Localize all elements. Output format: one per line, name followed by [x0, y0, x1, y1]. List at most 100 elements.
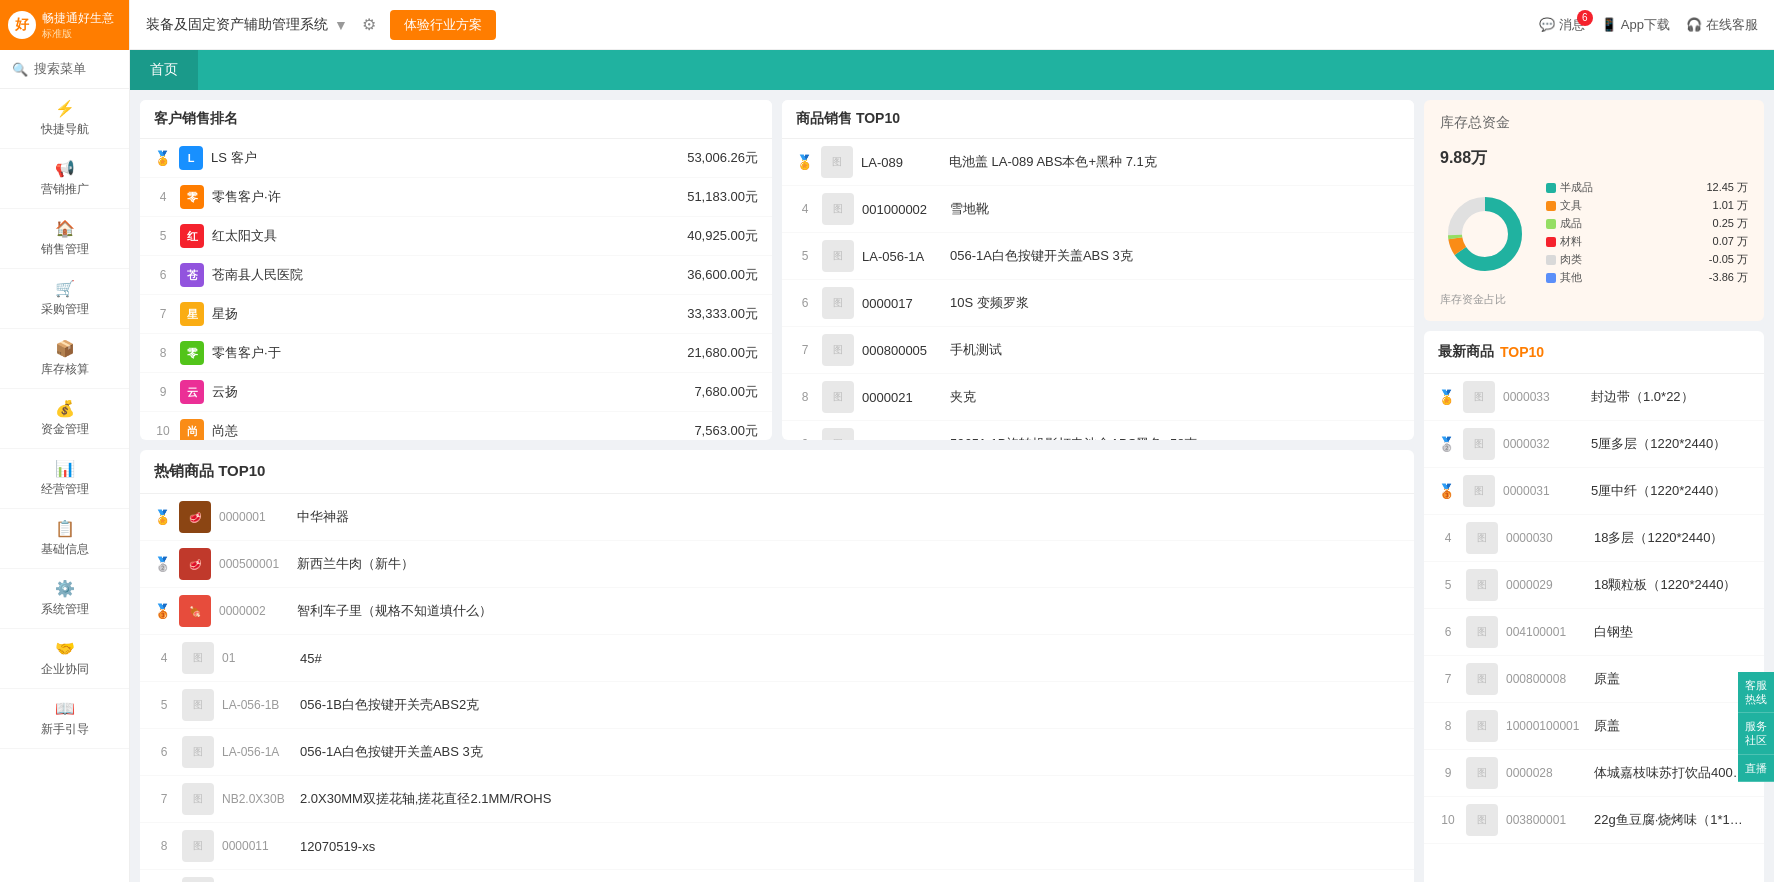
rank-number: 4: [1438, 531, 1458, 545]
product-info: LA-056-1A 056-1A白色按键开关盖ABS 3克: [222, 743, 1400, 761]
product-thumbnail: 图: [182, 642, 214, 674]
table-row: 🏅 图 LA-089 电池盖 LA-089 ABS本色+黑种 7.1克: [782, 139, 1414, 186]
newest-title: 最新商品: [1438, 343, 1494, 361]
rank-number: 8: [154, 839, 174, 853]
sidebar-item-inventory[interactable]: 📦 库存核算: [0, 329, 129, 389]
sidebar-item-sales[interactable]: 🏠 销售管理: [0, 209, 129, 269]
sidebar-item-operations[interactable]: 📊 经营管理: [0, 449, 129, 509]
top10-badge: TOP10: [1500, 344, 1544, 360]
legend-label-text: 材料: [1560, 234, 1582, 249]
rank-number: 5: [1438, 578, 1458, 592]
list-item: 5 图 0000029 18颗粒板（1220*2440）: [1424, 562, 1764, 609]
product-name: 12070519-xs: [300, 839, 375, 854]
newest-products-card: 最新商品 TOP10 🏅 图 0000033 封边带（1.0*22） 🥈 图 0…: [1424, 331, 1764, 882]
customer-amount: 7,680.00元: [694, 383, 758, 401]
chart-area: 半成品 12.45 万 文具 1.01 万: [1440, 180, 1748, 288]
table-row: 7 星 星扬 33,333.00元: [140, 295, 772, 334]
sidebar-item-basic-info[interactable]: 📋 基础信息: [0, 509, 129, 569]
product-info: 0000002 智利车子里（规格不知道填什么）: [219, 602, 1400, 620]
trial-button[interactable]: 体验行业方案: [390, 10, 496, 40]
rank-number: 10: [1438, 813, 1458, 827]
medal-icon: 🏅: [796, 154, 813, 170]
rank-number: 7: [1438, 672, 1458, 686]
product-code: 004100001: [1506, 625, 1586, 639]
live-stream-button[interactable]: 直播: [1738, 755, 1774, 782]
product-name: 5厘中纤（1220*2440）: [1591, 482, 1750, 500]
search-menu-item[interactable]: 🔍 搜索菜单: [0, 50, 129, 89]
product-name: 056-1B白色按键开关壳ABS2克: [300, 696, 479, 714]
sidebar-item-label: 库存核算: [41, 361, 89, 378]
list-item: 🥉 图 0000031 5厘中纤（1220*2440）: [1424, 468, 1764, 515]
system-selector[interactable]: 装备及固定资产辅助管理系统 ▼: [146, 16, 348, 34]
system-name: 装备及固定资产辅助管理系统: [146, 16, 328, 34]
product-thumbnail: 图: [182, 689, 214, 721]
product-image: 图: [1466, 616, 1498, 648]
product-name: 18多层（1220*2440）: [1594, 529, 1750, 547]
rank-number: 9: [796, 437, 814, 440]
product-code: 0000033: [1503, 390, 1583, 404]
legend-value: -0.05 万: [1709, 252, 1748, 267]
product-code: 000500001: [219, 557, 289, 571]
product-thumbnail: 图: [182, 783, 214, 815]
product-image: 图: [1463, 428, 1495, 460]
table-row: 9 云 云扬 7,680.00元: [140, 373, 772, 412]
product-info: NB2.0X30B 2.0X30MM双搓花轴,搓花直径2.1MM/ROHS: [222, 790, 1400, 808]
finance-icon: 💰: [55, 399, 75, 418]
customer-service-button[interactable]: 客服 热线: [1738, 672, 1774, 714]
rank-number: 5: [796, 249, 814, 263]
stock-card: 库存总资金 9.88万: [1424, 100, 1764, 321]
table-row: 5 图 LA-056-1A 056-1A白色按键开关盖ABS 3克: [782, 233, 1414, 280]
online-service-button[interactable]: 🎧 在线客服: [1686, 16, 1758, 34]
legend-item: 其他 -3.86 万: [1546, 270, 1748, 285]
sidebar-item-marketing[interactable]: 📢 营销推广: [0, 149, 129, 209]
avatar: L: [179, 146, 203, 170]
hot-products-title: 热销商品 TOP10: [154, 462, 265, 479]
customer-amount: 53,006.26元: [687, 149, 758, 167]
table-row: 4 图 001000002 雪地靴: [782, 186, 1414, 233]
legend-item: 半成品 12.45 万: [1546, 180, 1748, 195]
sidebar-item-finance[interactable]: 💰 资金管理: [0, 389, 129, 449]
sidebar-item-purchase[interactable]: 🛒 采购管理: [0, 269, 129, 329]
product-image: 图: [822, 334, 854, 366]
sidebar-item-system[interactable]: ⚙️ 系统管理: [0, 569, 129, 629]
table-row: 6 苍 苍南县人民医院 36,600.00元: [140, 256, 772, 295]
logo-title: 畅捷通好生意: [42, 10, 114, 27]
service-community-button[interactable]: 服务 社区: [1738, 713, 1774, 755]
notification-button[interactable]: 💬 消息 6: [1539, 16, 1585, 34]
medal-icon: 🥈: [1438, 436, 1455, 452]
tab-home[interactable]: 首页: [130, 50, 198, 90]
customer-name: 星扬: [212, 305, 679, 323]
rank-number: 4: [154, 651, 174, 665]
product-image: 图: [1466, 663, 1498, 695]
legend-item: 成品 0.25 万: [1546, 216, 1748, 231]
sidebar-item-guide[interactable]: 📖 新手引导: [0, 689, 129, 749]
sidebar-item-label: 资金管理: [41, 421, 89, 438]
product-code: 0000001: [219, 510, 289, 524]
avatar: 尚: [180, 419, 204, 440]
stock-subtitle: 库存资金占比: [1440, 292, 1748, 307]
sidebar-item-quick-nav[interactable]: ⚡ 快捷导航: [0, 89, 129, 149]
sidebar-item-cooperation[interactable]: 🤝 企业协同: [0, 629, 129, 689]
sidebar-item-label: 新手引导: [41, 721, 89, 738]
product-name: 22g鱼豆腐·烧烤味（1*12*20）: [1594, 811, 1750, 829]
hot-products-card: 热销商品 TOP10 🏅 🥩 0000001 中华神器: [140, 450, 1414, 882]
main-content: 装备及固定资产辅助管理系统 ▼ ⚙ 体验行业方案 💬 消息 6 📱 App下载 …: [130, 0, 1774, 882]
sidebar-item-label: 基础信息: [41, 541, 89, 558]
list-item: 6 图 LA-056-1A 056-1A白色按键开关盖ABS 3克: [140, 729, 1414, 776]
hot-products-list: 🏅 🥩 0000001 中华神器 🥈 🥩: [140, 494, 1414, 882]
list-item: 6 图 004100001 白钢垫: [1424, 609, 1764, 656]
product-name: 智利车子里（规格不知道填什么）: [297, 602, 492, 620]
rank-number: 7: [154, 792, 174, 806]
product-name: 18颗粒板（1220*2440）: [1594, 576, 1750, 594]
search-menu-label: 搜索菜单: [34, 60, 86, 78]
customer-name: 零售客户·于: [212, 344, 679, 362]
product-image: 图: [821, 146, 853, 178]
table-row: 10 尚 尚恙 7,563.00元: [140, 412, 772, 440]
rank-number: 9: [154, 385, 172, 399]
legend-item: 材料 0.07 万: [1546, 234, 1748, 249]
customer-name: 零售客户·许: [212, 188, 679, 206]
settings-icon[interactable]: ⚙: [362, 15, 376, 34]
app-download-button[interactable]: 📱 App下载: [1601, 16, 1670, 34]
legend-label-text: 文具: [1560, 198, 1582, 213]
product-name: 59651-1B旋转投影灯电池盒ABS黑色+58克: [950, 435, 1400, 440]
